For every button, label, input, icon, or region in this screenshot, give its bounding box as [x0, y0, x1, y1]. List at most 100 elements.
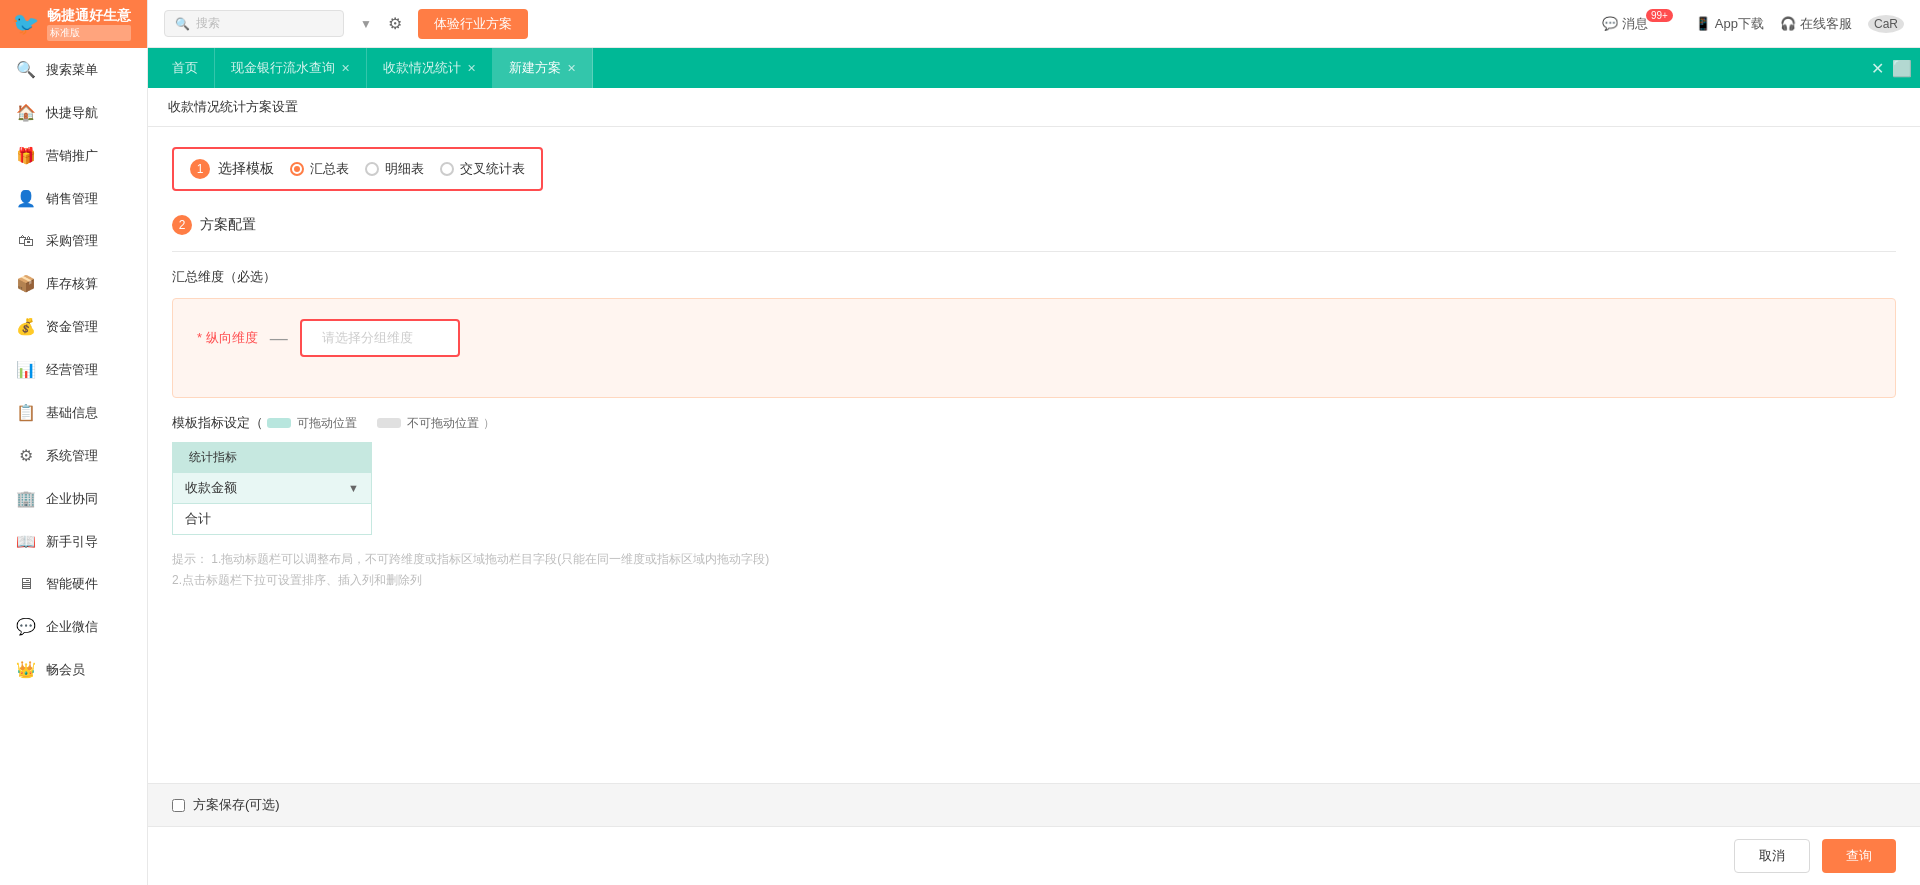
- radio-cross-circle: [440, 162, 454, 176]
- tabs-window-controls: ✕ ⬜: [1871, 59, 1912, 78]
- sidebar-item-label: 销售管理: [46, 190, 98, 208]
- tab-receipt-stats-label: 收款情况统计: [383, 59, 461, 77]
- sidebar-item-hardware[interactable]: 🖥 智能硬件: [0, 563, 147, 605]
- sidebar: 🐦 畅捷通好生意 标准版 🔍 搜索菜单 🏠 快捷导航 🎁 营销推广 👤 销售管理…: [0, 0, 148, 885]
- download-label: App下载: [1715, 15, 1764, 33]
- bottom-action-bar: 取消 查询: [148, 826, 1920, 885]
- trial-button[interactable]: 体验行业方案: [418, 9, 528, 39]
- tab-new-plan-label: 新建方案: [509, 59, 561, 77]
- step1-label: 选择模板: [218, 160, 274, 178]
- dimension-arrow-icon: —: [270, 328, 288, 349]
- bag-icon: 🛍: [16, 232, 36, 250]
- step2-section: 2 方案配置 汇总维度（必选） * 纵向维度 — 请选择分组维度: [172, 215, 1896, 589]
- sidebar-item-basic-info[interactable]: 📋 基础信息: [0, 391, 147, 434]
- tab-receipt-stats[interactable]: 收款情况统计 ✕: [367, 48, 493, 88]
- sidebar-item-marketing[interactable]: 🎁 营销推广: [0, 134, 147, 177]
- page-title-bar: 收款情况统计方案设置: [148, 88, 1920, 127]
- sidebar-item-sales[interactable]: 👤 销售管理: [0, 177, 147, 220]
- header-chevron-icon[interactable]: ▼: [360, 17, 372, 31]
- legend-fixed: 不可拖动位置: [377, 415, 479, 432]
- sidebar-item-guide[interactable]: 📖 新手引导: [0, 520, 147, 563]
- draggable-label: 可拖动位置: [297, 415, 357, 432]
- close-window-icon[interactable]: ✕: [1871, 59, 1884, 78]
- save-checkbox[interactable]: [172, 799, 185, 812]
- sidebar-item-finance[interactable]: 💰 资金管理: [0, 305, 147, 348]
- sidebar-item-label: 库存核算: [46, 275, 98, 293]
- config-section: 汇总维度（必选） * 纵向维度 — 请选择分组维度 模板指标设定（: [172, 251, 1896, 589]
- tab-receipt-stats-close[interactable]: ✕: [467, 62, 476, 75]
- money-icon: 💰: [16, 317, 36, 336]
- sidebar-item-label: 经营管理: [46, 361, 98, 379]
- search-icon: 🔍: [16, 60, 36, 79]
- sidebar-item-inventory[interactable]: 📦 库存核算: [0, 262, 147, 305]
- sidebar-item-search-menu[interactable]: 🔍 搜索菜单: [0, 48, 147, 91]
- sidebar-item-enterprise[interactable]: 🏢 企业协同: [0, 477, 147, 520]
- radio-cross-label: 交叉统计表: [460, 160, 525, 178]
- stats-col-header[interactable]: 收款金额 ▼: [173, 472, 371, 503]
- tip-2: 2.点击标题栏下拉可设置排序、插入列和删除列: [172, 572, 1896, 589]
- search-placeholder: 搜索: [196, 15, 220, 32]
- header: 🔍 搜索 ▼ ⚙ 体验行业方案 💬 消息 99+ 📱 App下载 🎧 在线客服 …: [148, 0, 1920, 48]
- user-item[interactable]: CaR: [1868, 15, 1904, 33]
- indicator-legend-row: 模板指标设定（ 可拖动位置 不可拖动位置 ）: [172, 414, 1896, 432]
- step1-number: 1: [190, 159, 210, 179]
- radio-detail[interactable]: 明细表: [365, 160, 424, 178]
- tabs-bar: 首页 现金银行流水查询 ✕ 收款情况统计 ✕ 新建方案 ✕ ✕ ⬜: [148, 48, 1920, 88]
- book-icon: 📖: [16, 532, 36, 551]
- sidebar-item-weixin[interactable]: 💬 企业微信: [0, 605, 147, 648]
- tab-bank-flow-label: 现金银行流水查询: [231, 59, 335, 77]
- sidebar-item-purchase[interactable]: 🛍 采购管理: [0, 220, 147, 262]
- stats-table: 统计指标 收款金额 ▼ 合计: [172, 442, 372, 535]
- step2-header: 2 方案配置: [172, 215, 1896, 235]
- notification-item[interactable]: 💬 消息 99+: [1602, 15, 1679, 33]
- service-icon: 🎧: [1780, 16, 1796, 31]
- page-title: 收款情况统计方案设置: [168, 99, 298, 114]
- radio-detail-label: 明细表: [385, 160, 424, 178]
- dimension-select[interactable]: 请选择分组维度: [300, 319, 460, 357]
- sidebar-item-system[interactable]: ⚙ 系统管理: [0, 434, 147, 477]
- building-icon: 🏢: [16, 489, 36, 508]
- tab-bank-flow-close[interactable]: ✕: [341, 62, 350, 75]
- download-item[interactable]: 📱 App下载: [1695, 15, 1764, 33]
- header-gear-icon[interactable]: ⚙: [388, 14, 402, 33]
- gear-icon: ⚙: [16, 446, 36, 465]
- service-item[interactable]: 🎧 在线客服: [1780, 15, 1852, 33]
- tab-bank-flow[interactable]: 现金银行流水查询 ✕: [215, 48, 367, 88]
- maximize-window-icon[interactable]: ⬜: [1892, 59, 1912, 78]
- notification-label: 消息: [1622, 15, 1648, 33]
- tip-1: 提示： 1.拖动标题栏可以调整布局，不可跨维度或指标区域拖动栏目字段(只能在同一…: [172, 551, 1896, 568]
- sidebar-item-label: 企业微信: [46, 618, 98, 636]
- main-area: 🔍 搜索 ▼ ⚙ 体验行业方案 💬 消息 99+ 📱 App下载 🎧 在线客服 …: [148, 0, 1920, 885]
- logo-text: 畅捷通好生意: [47, 7, 131, 25]
- step1-header: 1 选择模板 汇总表 明细表: [172, 147, 1896, 191]
- header-search-box[interactable]: 🔍 搜索: [164, 10, 344, 37]
- col-dropdown-icon[interactable]: ▼: [348, 482, 359, 494]
- service-label: 在线客服: [1800, 15, 1852, 33]
- legend-draggable: 可拖动位置: [267, 415, 357, 432]
- crown-icon: 👑: [16, 660, 36, 679]
- query-button[interactable]: 查询: [1822, 839, 1896, 873]
- user-avatar: CaR: [1868, 15, 1904, 33]
- cancel-button[interactable]: 取消: [1734, 839, 1810, 873]
- sidebar-item-label: 畅会员: [46, 661, 85, 679]
- sidebar-item-operation[interactable]: 📊 经营管理: [0, 348, 147, 391]
- radio-summary[interactable]: 汇总表: [290, 160, 349, 178]
- sidebar-item-quick-nav[interactable]: 🏠 快捷导航: [0, 91, 147, 134]
- step2-label: 方案配置: [200, 216, 256, 234]
- doc-icon: 📋: [16, 403, 36, 422]
- radio-summary-label: 汇总表: [310, 160, 349, 178]
- radio-cross[interactable]: 交叉统计表: [440, 160, 525, 178]
- tab-new-plan[interactable]: 新建方案 ✕: [493, 48, 593, 88]
- sidebar-item-label: 企业协同: [46, 490, 98, 508]
- step1-section: 1 选择模板 汇总表 明细表: [172, 147, 1896, 191]
- footer-section: 方案保存(可选): [148, 783, 1920, 826]
- dimension-area: * 纵向维度 — 请选择分组维度: [172, 298, 1896, 398]
- tab-home[interactable]: 首页: [156, 48, 215, 88]
- fixed-dot: [377, 418, 401, 428]
- sidebar-item-member[interactable]: 👑 畅会员: [0, 648, 147, 691]
- notification-icon: 💬: [1602, 16, 1618, 31]
- gift-icon: 🎁: [16, 146, 36, 165]
- sidebar-item-label: 智能硬件: [46, 575, 98, 593]
- radio-detail-circle: [365, 162, 379, 176]
- tab-new-plan-close[interactable]: ✕: [567, 62, 576, 75]
